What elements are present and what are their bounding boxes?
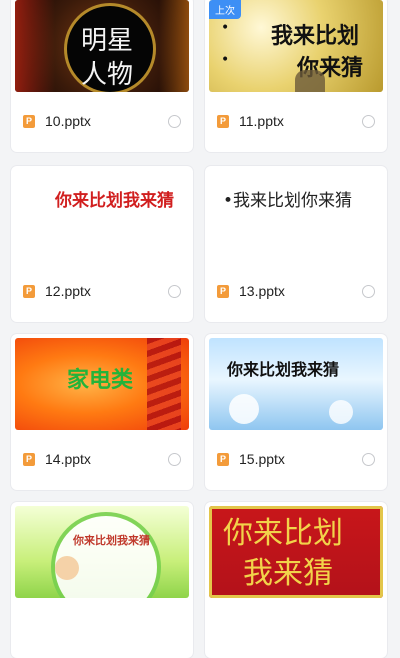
select-radio[interactable]	[168, 453, 181, 466]
file-card[interactable]: 你来比划我来猜	[11, 502, 193, 658]
file-info: P 14.pptx	[11, 430, 193, 490]
thumb-line-1: 你来比划我来猜	[73, 534, 150, 547]
thumb-line-1: 你来比划	[223, 516, 343, 551]
file-card[interactable]: 你来比划我来猜 P 15.pptx	[205, 334, 387, 490]
select-radio[interactable]	[362, 453, 375, 466]
select-radio[interactable]	[362, 285, 375, 298]
slide-thumbnail: 你来比划我来猜	[209, 338, 383, 430]
select-radio[interactable]	[168, 285, 181, 298]
thumb-line-1: 你来比划我来猜	[55, 191, 174, 211]
slide-thumbnail: 明星 人物	[15, 0, 189, 92]
file-name: 11.pptx	[239, 113, 284, 129]
ppt-icon: P	[217, 453, 229, 466]
file-info: P 11.pptx	[205, 92, 387, 152]
file-card[interactable]: 你来比划我来猜 P 12.pptx	[11, 166, 193, 322]
file-card[interactable]: 明星 人物 P 10.pptx	[11, 0, 193, 152]
file-name: 13.pptx	[239, 283, 285, 299]
file-name: 14.pptx	[45, 451, 91, 467]
file-info: P 13.pptx	[205, 262, 387, 322]
file-card[interactable]: 你来比划 我来猜	[205, 502, 387, 658]
slide-thumbnail: 你来比划我来猜	[15, 506, 189, 598]
ppt-icon: P	[217, 115, 229, 128]
ppt-icon: P	[217, 285, 229, 298]
slide-thumbnail: 家电类	[15, 338, 189, 430]
file-card[interactable]: •我来比划你来猜 P 13.pptx	[205, 166, 387, 322]
slide-thumbnail: 你来比划 我来猜	[209, 506, 383, 598]
ppt-icon: P	[23, 285, 35, 298]
file-name: 15.pptx	[239, 451, 285, 467]
select-radio[interactable]	[362, 115, 375, 128]
select-radio[interactable]	[168, 115, 181, 128]
ppt-icon: P	[23, 115, 35, 128]
slide-thumbnail: 上次 • • 我来比划 你来猜	[209, 0, 383, 92]
slide-thumbnail: •我来比划你来猜	[209, 170, 383, 262]
thumb-line-1: •我来比划你来猜	[223, 191, 353, 211]
file-info: P 15.pptx	[205, 430, 387, 490]
file-name: 12.pptx	[45, 283, 91, 299]
thumb-line-2: 人物	[81, 60, 134, 90]
thumb-line-1: 我来比划	[271, 23, 360, 49]
thumb-line-1: 你来比划我来猜	[227, 360, 340, 379]
bullet-icon: •	[221, 52, 230, 68]
file-card[interactable]: 家电类 P 14.pptx	[11, 334, 193, 490]
thumb-line-2: 我来猜	[243, 556, 333, 591]
thumb-line-1: 明星	[81, 26, 134, 56]
file-grid: 明星 人物 P 10.pptx 上次 • • 我来比划 你来猜 P 11.ppt…	[0, 0, 400, 658]
slide-thumbnail: 你来比划我来猜	[15, 170, 189, 262]
file-card[interactable]: 上次 • • 我来比划 你来猜 P 11.pptx	[205, 0, 387, 152]
ppt-icon: P	[23, 453, 35, 466]
thumb-line-1: 家电类	[67, 367, 134, 393]
file-info: P 10.pptx	[11, 92, 193, 152]
file-info: P 12.pptx	[11, 262, 193, 322]
last-opened-badge: 上次	[209, 0, 241, 19]
bullet-icon: •	[221, 20, 230, 36]
file-name: 10.pptx	[45, 113, 91, 129]
